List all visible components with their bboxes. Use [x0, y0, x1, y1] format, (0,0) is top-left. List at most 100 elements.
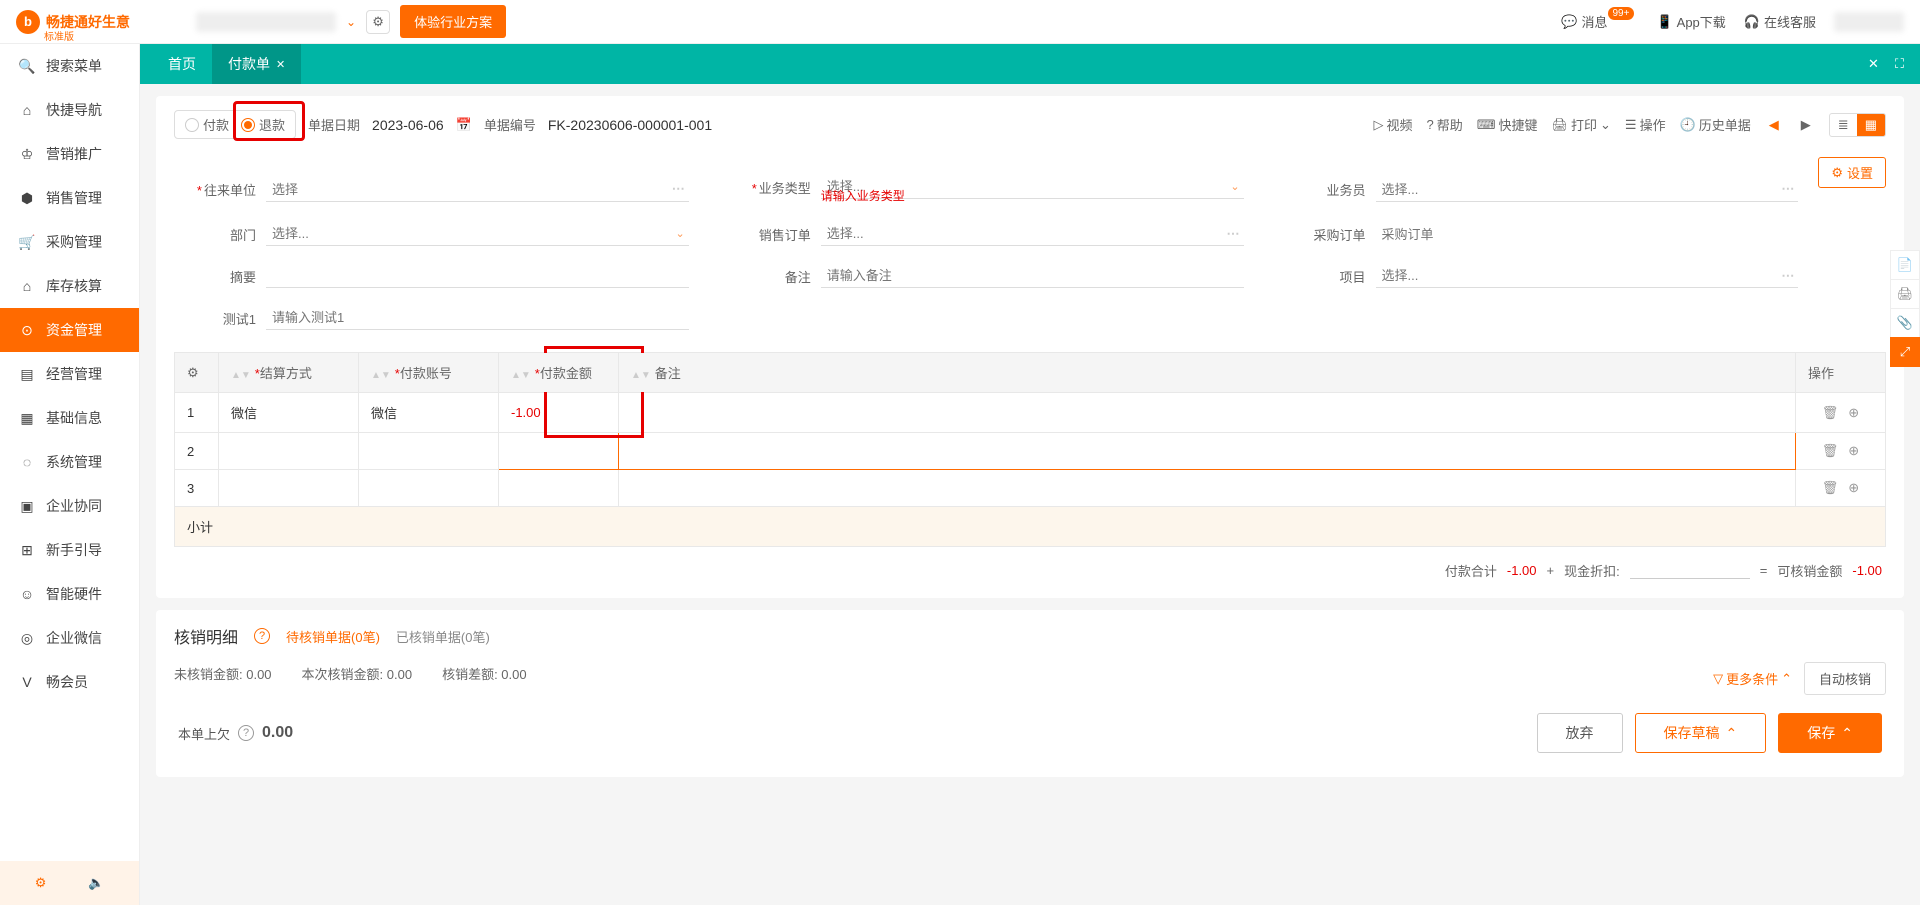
- print-link[interactable]: 🖨打印⌄: [1551, 115, 1610, 134]
- save-button[interactable]: 保存⌃: [1778, 713, 1882, 753]
- sidebar-item-collab[interactable]: ▣企业协同: [0, 484, 139, 528]
- view-list-icon[interactable]: ≣: [1830, 114, 1857, 136]
- more-conditions-link[interactable]: ▽更多条件⌃: [1713, 669, 1792, 688]
- cell-remark[interactable]: [619, 393, 1796, 433]
- float-tab-so[interactable]: 🖨: [1890, 279, 1920, 309]
- cell-remark[interactable]: [619, 470, 1796, 507]
- add-row-icon[interactable]: ⊕: [1848, 443, 1859, 459]
- dots-icon[interactable]: ⋯: [1777, 181, 1798, 197]
- messages-link[interactable]: 💬 消息 99+: [1561, 12, 1638, 31]
- cell-amount[interactable]: [499, 470, 619, 507]
- history-link[interactable]: 🕘历史单据: [1680, 115, 1751, 134]
- float-tab-expand[interactable]: ⤢: [1890, 337, 1920, 367]
- cell-account[interactable]: [359, 433, 499, 470]
- project-input-wrap[interactable]: ⋯: [1376, 264, 1799, 288]
- test1-input[interactable]: [266, 306, 689, 329]
- dept-input[interactable]: [266, 222, 672, 245]
- project-input[interactable]: [1376, 264, 1778, 287]
- add-row-icon[interactable]: ⊕: [1848, 480, 1859, 496]
- sidebar-item-search[interactable]: 🔍搜索菜单: [0, 44, 139, 88]
- dots-icon[interactable]: ⋯: [1223, 226, 1244, 242]
- video-link[interactable]: ▷视频: [1373, 115, 1412, 134]
- help-link[interactable]: ?帮助: [1426, 115, 1462, 134]
- sidebar-item-guide[interactable]: ⊞新手引导: [0, 528, 139, 572]
- staff-input-wrap[interactable]: ⋯: [1376, 178, 1799, 202]
- th-remark[interactable]: ▲▼备注: [619, 353, 1796, 393]
- cell-method[interactable]: [219, 433, 359, 470]
- th-gear[interactable]: ⚙: [175, 353, 219, 393]
- sidebar-item-purchase[interactable]: 🛒采购管理: [0, 220, 139, 264]
- radio-refund[interactable]: 退款: [241, 115, 285, 134]
- float-tab-note[interactable]: 📄: [1890, 250, 1920, 280]
- settings-button[interactable]: ⚙设置: [1818, 157, 1886, 188]
- sales-order-input[interactable]: [821, 222, 1223, 245]
- sidebar-item-marketing[interactable]: ♔营销推广: [0, 132, 139, 176]
- speaker-icon[interactable]: 🔈: [88, 875, 104, 891]
- cell-amount[interactable]: [499, 433, 619, 470]
- close-icon[interactable]: ✕: [276, 58, 285, 71]
- sidebar-item-basicinfo[interactable]: ▦基础信息: [0, 396, 139, 440]
- th-account[interactable]: ▲▼*付款账号: [359, 353, 499, 393]
- sidebar-item-business[interactable]: ▤经营管理: [0, 352, 139, 396]
- cash-discount-input[interactable]: [1630, 563, 1750, 579]
- staff-input[interactable]: [1376, 178, 1778, 201]
- sidebar-item-inventory[interactable]: ⌂库存核算: [0, 264, 139, 308]
- sidebar-item-sales[interactable]: ⬢销售管理: [0, 176, 139, 220]
- sales-order-input-wrap[interactable]: ⋯: [821, 222, 1244, 246]
- trial-button[interactable]: 体验行业方案: [400, 5, 506, 38]
- test1-input-wrap[interactable]: [266, 306, 689, 330]
- cell-method[interactable]: [219, 470, 359, 507]
- pending-verify-tab[interactable]: 待核销单据(0笔): [286, 627, 380, 646]
- shortcut-link[interactable]: ⌨快捷键: [1477, 115, 1538, 134]
- gear-icon[interactable]: ⚙: [366, 10, 390, 34]
- cell-account[interactable]: [359, 470, 499, 507]
- sidebar-item-member[interactable]: V畅会员: [0, 660, 139, 704]
- radio-payment[interactable]: 付款: [185, 115, 229, 134]
- cell-method[interactable]: 微信: [219, 393, 359, 433]
- info-icon[interactable]: ?: [254, 628, 270, 644]
- settings-icon[interactable]: ⚙: [35, 875, 47, 891]
- user-area-blur[interactable]: [1834, 12, 1904, 32]
- sidebar-item-funds[interactable]: ⊙资金管理: [0, 308, 139, 352]
- calendar-icon[interactable]: 📅: [456, 117, 472, 133]
- dots-icon[interactable]: ⋯: [668, 181, 689, 197]
- th-method[interactable]: ▲▼*结算方式: [219, 353, 359, 393]
- prev-doc-icon[interactable]: ◀: [1765, 115, 1783, 135]
- chevron-down-icon[interactable]: ⌄: [1226, 180, 1243, 193]
- cell-account[interactable]: 微信: [359, 393, 499, 433]
- sidebar-item-hardware[interactable]: ☺智能硬件: [0, 572, 139, 616]
- app-download-link[interactable]: 📱 App下载: [1656, 12, 1725, 31]
- discard-button[interactable]: 放弃: [1537, 713, 1623, 753]
- fullscreen-icon[interactable]: ⛶: [1891, 52, 1908, 76]
- info-icon[interactable]: ?: [238, 725, 254, 741]
- tab-home[interactable]: 首页: [152, 44, 212, 84]
- tab-payment[interactable]: 付款单 ✕: [212, 44, 301, 84]
- sidebar-item-system[interactable]: ◌系统管理: [0, 440, 139, 484]
- tab-close-all-icon[interactable]: ✕: [1864, 52, 1883, 76]
- company-input-wrap[interactable]: ⋯: [266, 178, 689, 202]
- auto-verify-button[interactable]: 自动核销: [1804, 662, 1886, 695]
- online-service-link[interactable]: 🎧 在线客服: [1744, 12, 1816, 31]
- th-amount[interactable]: ▲▼*付款金额: [499, 353, 619, 393]
- delete-icon[interactable]: 🗑: [1822, 480, 1839, 496]
- chevron-down-icon[interactable]: ⌄: [672, 227, 689, 240]
- verified-tab[interactable]: 已核销单据(0笔): [396, 627, 490, 646]
- purchase-order-input-wrap[interactable]: [1376, 223, 1799, 246]
- view-grid-icon[interactable]: ▦: [1857, 114, 1885, 136]
- cell-amount[interactable]: -1.00: [499, 393, 619, 433]
- summary-input-wrap[interactable]: [266, 264, 689, 288]
- add-row-icon[interactable]: ⊕: [1848, 405, 1859, 421]
- delete-icon[interactable]: 🗑: [1822, 443, 1839, 459]
- dots-icon[interactable]: ⋯: [1777, 268, 1798, 284]
- summary-input[interactable]: [266, 264, 689, 287]
- chevron-down-icon[interactable]: ⌄: [346, 15, 356, 29]
- cell-remark[interactable]: [619, 433, 1796, 470]
- remark-input[interactable]: [821, 264, 1244, 287]
- float-tab-attach[interactable]: 📎: [1890, 308, 1920, 338]
- remark-input-wrap[interactable]: [821, 264, 1244, 288]
- save-draft-button[interactable]: 保存草稿⌃: [1635, 713, 1767, 753]
- operate-link[interactable]: ☰操作: [1625, 115, 1666, 134]
- delete-icon[interactable]: 🗑: [1822, 405, 1839, 421]
- company-selector-blur[interactable]: [196, 12, 336, 32]
- company-input[interactable]: [266, 178, 668, 201]
